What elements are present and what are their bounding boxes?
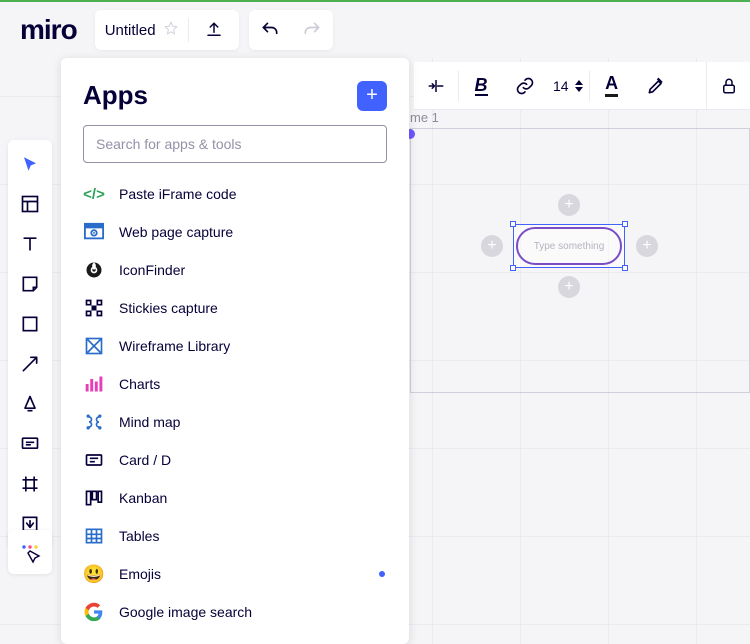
font-size-control[interactable]: 14: [547, 78, 589, 94]
apps-search[interactable]: [83, 125, 387, 163]
app-item-emojis[interactable]: 😃 Emojis: [61, 555, 409, 593]
google-icon: [83, 601, 105, 623]
more-apps-button[interactable]: [8, 530, 52, 574]
iconfinder-icon: [83, 259, 105, 281]
app-label: Charts: [119, 376, 160, 392]
pen-tool[interactable]: [10, 384, 50, 424]
add-node-right[interactable]: +: [636, 235, 658, 257]
board-title-box[interactable]: Untitled: [95, 10, 239, 50]
app-item-iframe[interactable]: </> Paste iFrame code: [61, 175, 409, 213]
app-label: Paste iFrame code: [119, 186, 237, 202]
add-node-left[interactable]: +: [481, 235, 503, 257]
apps-search-input[interactable]: [96, 136, 374, 152]
format-toolbar: B 14 A: [414, 62, 750, 110]
board-title: Untitled: [105, 22, 156, 39]
add-node-top[interactable]: +: [558, 194, 580, 216]
arrow-tool[interactable]: [10, 344, 50, 384]
card-icon: [83, 449, 105, 471]
bold-button[interactable]: B: [459, 62, 503, 110]
app-item-charts[interactable]: Charts: [61, 365, 409, 403]
frame-label[interactable]: me 1: [410, 110, 439, 125]
emoji-icon: 😃: [83, 563, 105, 585]
app-item-webcapture[interactable]: Web page capture: [61, 213, 409, 251]
notification-dot: [379, 571, 385, 577]
app-item-wireframe[interactable]: Wireframe Library: [61, 327, 409, 365]
apps-list: </> Paste iFrame code Web page capture I…: [61, 175, 409, 631]
app-label: Kanban: [119, 490, 167, 506]
sticky-tool[interactable]: [10, 264, 50, 304]
app-label: Google image search: [119, 604, 252, 620]
app-item-iconfinder[interactable]: IconFinder: [61, 251, 409, 289]
add-app-button[interactable]: +: [357, 81, 387, 111]
app-item-mindmap[interactable]: Mind map: [61, 403, 409, 441]
undo-button[interactable]: [249, 10, 291, 50]
add-node-bottom[interactable]: +: [558, 276, 580, 298]
shape-tool[interactable]: [10, 304, 50, 344]
text-tool[interactable]: [10, 224, 50, 264]
resize-handle[interactable]: [622, 221, 628, 227]
app-item-stickies[interactable]: Stickies capture: [61, 289, 409, 327]
app-label: IconFinder: [119, 262, 185, 278]
app-label: Mind map: [119, 414, 180, 430]
kanban-icon: [83, 487, 105, 509]
stickies-capture-icon: [83, 297, 105, 319]
mindmap-icon: [83, 411, 105, 433]
star-icon[interactable]: [164, 21, 178, 39]
resize-handle[interactable]: [510, 221, 516, 227]
export-button[interactable]: [199, 10, 229, 50]
redo-button[interactable]: [291, 10, 333, 50]
resize-handle[interactable]: [622, 265, 628, 271]
align-button[interactable]: [414, 62, 458, 110]
mindmap-node[interactable]: Type something: [516, 227, 622, 265]
font-size-down[interactable]: [575, 87, 583, 92]
webcapture-icon: [83, 221, 105, 243]
resize-handle[interactable]: [510, 265, 516, 271]
link-button[interactable]: [503, 62, 547, 110]
divider: [188, 18, 189, 42]
apps-panel: Apps + </> Paste iFrame code Web page ca…: [61, 58, 409, 644]
app-item-google-images[interactable]: Google image search: [61, 593, 409, 631]
wireframe-icon: [83, 335, 105, 357]
templates-tool[interactable]: [10, 184, 50, 224]
app-item-kanban[interactable]: Kanban: [61, 479, 409, 517]
font-size-up[interactable]: [575, 80, 583, 85]
app-label: Emojis: [119, 566, 161, 582]
miro-logo: miro: [8, 14, 89, 46]
app-header: miro Untitled: [0, 2, 750, 58]
comment-tool[interactable]: [10, 424, 50, 464]
toolbar: [8, 140, 52, 548]
frame-tool[interactable]: [10, 464, 50, 504]
font-size-value: 14: [553, 78, 569, 94]
app-item-tables[interactable]: Tables: [61, 517, 409, 555]
app-item-card[interactable]: Card / D: [61, 441, 409, 479]
highlight-button[interactable]: [634, 62, 678, 110]
app-label: Web page capture: [119, 224, 233, 240]
undo-redo-group: [249, 10, 333, 50]
app-label: Card / D: [119, 452, 171, 468]
lock-button[interactable]: [706, 62, 750, 110]
charts-icon: [83, 373, 105, 395]
select-tool[interactable]: [10, 144, 50, 184]
code-icon: </>: [83, 183, 105, 205]
app-label: Tables: [119, 528, 159, 544]
app-label: Wireframe Library: [119, 338, 230, 354]
apps-panel-title: Apps: [83, 80, 148, 111]
app-label: Stickies capture: [119, 300, 218, 316]
text-color-button[interactable]: A: [590, 62, 634, 110]
tables-icon: [83, 525, 105, 547]
